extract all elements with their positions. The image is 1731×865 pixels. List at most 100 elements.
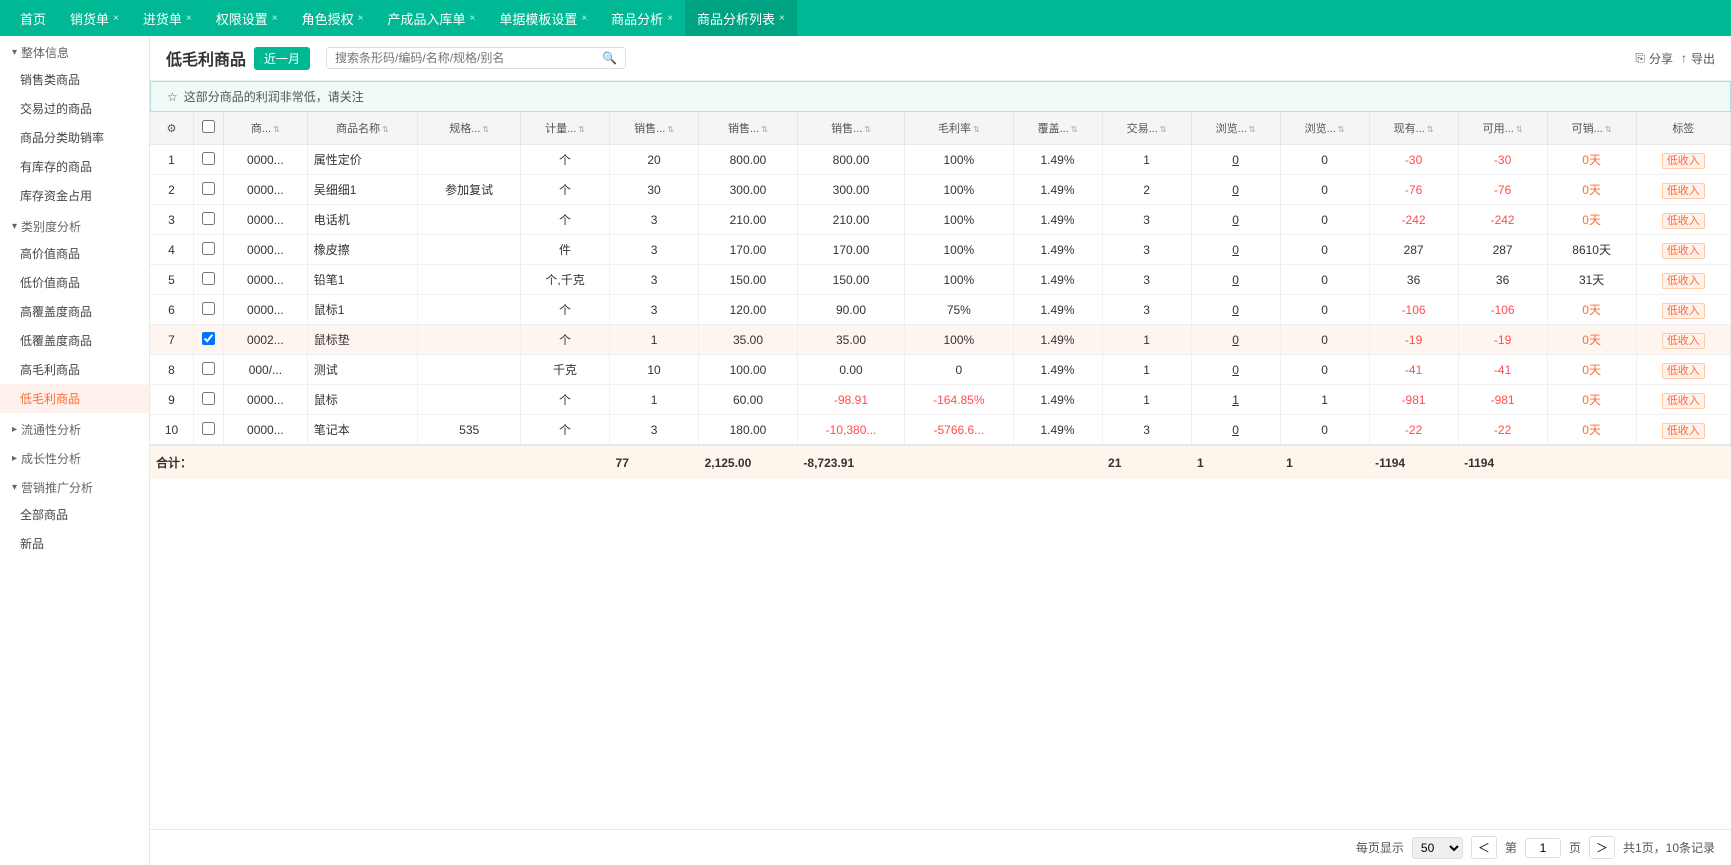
search-icon[interactable]: 🔍 [602, 51, 617, 65]
row-select-checkbox[interactable] [202, 422, 215, 435]
nav-home[interactable]: 首页 [8, 0, 58, 36]
row-current-stock: -981 [1369, 385, 1458, 415]
row-name[interactable]: 测试 [307, 355, 418, 385]
sidebar-group-circulation[interactable]: ▸ 流通性分析 [0, 413, 149, 442]
sidebar-item-low-value[interactable]: 低价值商品 [0, 268, 149, 297]
sidebar-group-overall[interactable]: ▾ 整体信息 [0, 36, 149, 65]
close-icon[interactable]: × [779, 13, 785, 24]
row-name[interactable]: 鼠标 [307, 385, 418, 415]
row-sales-qty: 3 [610, 205, 699, 235]
row-checkbox[interactable] [194, 415, 224, 446]
row-transactions: 1 [1102, 145, 1191, 175]
filter-recent-month-button[interactable]: 近一月 [254, 47, 310, 70]
row-views1[interactable]: 0 [1191, 205, 1280, 235]
row-select-checkbox[interactable] [202, 212, 215, 225]
table-header-row: ⚙ 商...⇅ 商品名称⇅ 规格...⇅ 计量...⇅ 销售...⇅ 销售...… [150, 112, 1731, 145]
row-views1[interactable]: 0 [1191, 355, 1280, 385]
row-select-checkbox[interactable] [202, 272, 215, 285]
nav-sales-order[interactable]: 销货单 × [58, 0, 131, 36]
nav-purchase-order[interactable]: 进货单 × [131, 0, 204, 36]
row-views1[interactable]: 0 [1191, 295, 1280, 325]
row-select-checkbox[interactable] [202, 152, 215, 165]
table-row: 9 0000... 鼠标 个 1 60.00 -98.91 -164.85% 1… [150, 385, 1731, 415]
row-views1[interactable]: 0 [1191, 175, 1280, 205]
row-sales-qty: 10 [610, 355, 699, 385]
row-select-checkbox[interactable] [202, 242, 215, 255]
next-page-button[interactable]: ＞ [1589, 836, 1615, 859]
th-settings[interactable]: ⚙ [150, 112, 194, 145]
row-index: 5 [150, 265, 194, 295]
page-number-input[interactable] [1525, 838, 1561, 858]
nav-product-analysis[interactable]: 商品分析 × [599, 0, 685, 36]
close-icon[interactable]: × [667, 13, 673, 24]
nav-permissions[interactable]: 权限设置 × [204, 0, 290, 36]
close-icon[interactable]: × [581, 13, 587, 24]
row-checkbox[interactable] [194, 175, 224, 205]
row-name[interactable]: 属性定价 [307, 145, 418, 175]
close-icon[interactable]: × [272, 13, 278, 24]
close-icon[interactable]: × [186, 13, 192, 24]
row-views1[interactable]: 0 [1191, 265, 1280, 295]
summary-available: -1194 [1458, 445, 1547, 479]
nav-finished-goods[interactable]: 产成品入库单 × [375, 0, 487, 36]
sidebar-item-all-products[interactable]: 全部商品 [0, 500, 149, 529]
table-row: 7 0002... 鼠标垫 个 1 35.00 35.00 100% 1.49%… [150, 325, 1731, 355]
row-checkbox[interactable] [194, 295, 224, 325]
row-name[interactable]: 橡皮擦 [307, 235, 418, 265]
sidebar-item-low-margin[interactable]: 低毛利商品 [0, 384, 149, 413]
sidebar-item-high-coverage[interactable]: 高覆盖度商品 [0, 297, 149, 326]
row-name[interactable]: 铅笔1 [307, 265, 418, 295]
row-views1[interactable]: 0 [1191, 145, 1280, 175]
row-name[interactable]: 吴细细1 [307, 175, 418, 205]
row-views1[interactable]: 1 [1191, 385, 1280, 415]
page-size-select[interactable]: 20 50 100 [1412, 837, 1463, 859]
row-coverage: 1.49% [1013, 325, 1102, 355]
select-all-checkbox[interactable] [202, 120, 215, 133]
th-checkbox[interactable] [194, 112, 224, 145]
close-icon[interactable]: × [469, 13, 475, 24]
sidebar-group-growth[interactable]: ▸ 成长性分析 [0, 442, 149, 471]
row-checkbox[interactable] [194, 325, 224, 355]
row-checkbox[interactable] [194, 235, 224, 265]
sidebar-item-traded-products[interactable]: 交易过的商品 [0, 94, 149, 123]
row-views1[interactable]: 0 [1191, 235, 1280, 265]
export-button[interactable]: ↑ 导出 [1681, 50, 1715, 67]
row-checkbox[interactable] [194, 385, 224, 415]
row-select-checkbox[interactable] [202, 392, 215, 405]
row-spec [418, 235, 521, 265]
sidebar-item-stock-capital[interactable]: 库存资金占用 [0, 181, 149, 210]
row-checkbox[interactable] [194, 265, 224, 295]
prev-page-button[interactable]: ＜ [1471, 836, 1497, 859]
nav-template-settings[interactable]: 单据模板设置 × [487, 0, 599, 36]
row-checkbox[interactable] [194, 205, 224, 235]
sidebar-item-high-margin[interactable]: 高毛利商品 [0, 355, 149, 384]
share-button[interactable]: ⎘ 分享 [1635, 50, 1673, 67]
row-select-checkbox[interactable] [202, 302, 215, 315]
sidebar-item-new-products[interactable]: 新品 [0, 529, 149, 558]
row-checkbox[interactable] [194, 145, 224, 175]
close-icon[interactable]: × [113, 13, 119, 24]
sidebar-item-sales-products[interactable]: 销售类商品 [0, 65, 149, 94]
row-name[interactable]: 鼠标1 [307, 295, 418, 325]
sidebar-item-in-stock[interactable]: 有库存的商品 [0, 152, 149, 181]
sidebar-item-low-coverage[interactable]: 低覆盖度商品 [0, 326, 149, 355]
nav-analysis-list[interactable]: 商品分析列表 × [685, 0, 797, 36]
row-select-checkbox[interactable] [202, 332, 215, 345]
row-checkbox[interactable] [194, 355, 224, 385]
main-layout: ▾ 整体信息 销售类商品 交易过的商品 商品分类助销率 有库存的商品 库存资金占… [0, 36, 1731, 865]
sidebar-group-marketing[interactable]: ▾ 营销推广分析 [0, 471, 149, 500]
sidebar-group-category[interactable]: ▾ 类别度分析 [0, 210, 149, 239]
row-name[interactable]: 电话机 [307, 205, 418, 235]
sidebar-item-high-value[interactable]: 高价值商品 [0, 239, 149, 268]
row-select-checkbox[interactable] [202, 182, 215, 195]
row-views1[interactable]: 0 [1191, 415, 1280, 446]
row-select-checkbox[interactable] [202, 362, 215, 375]
row-name[interactable]: 鼠标垫 [307, 325, 418, 355]
row-index: 10 [150, 415, 194, 446]
close-icon[interactable]: × [358, 13, 364, 24]
row-views1[interactable]: 0 [1191, 325, 1280, 355]
row-name[interactable]: 笔记本 [307, 415, 418, 446]
sidebar-item-category-sales[interactable]: 商品分类助销率 [0, 123, 149, 152]
nav-role-auth[interactable]: 角色授权 × [290, 0, 376, 36]
search-input[interactable] [335, 51, 602, 65]
